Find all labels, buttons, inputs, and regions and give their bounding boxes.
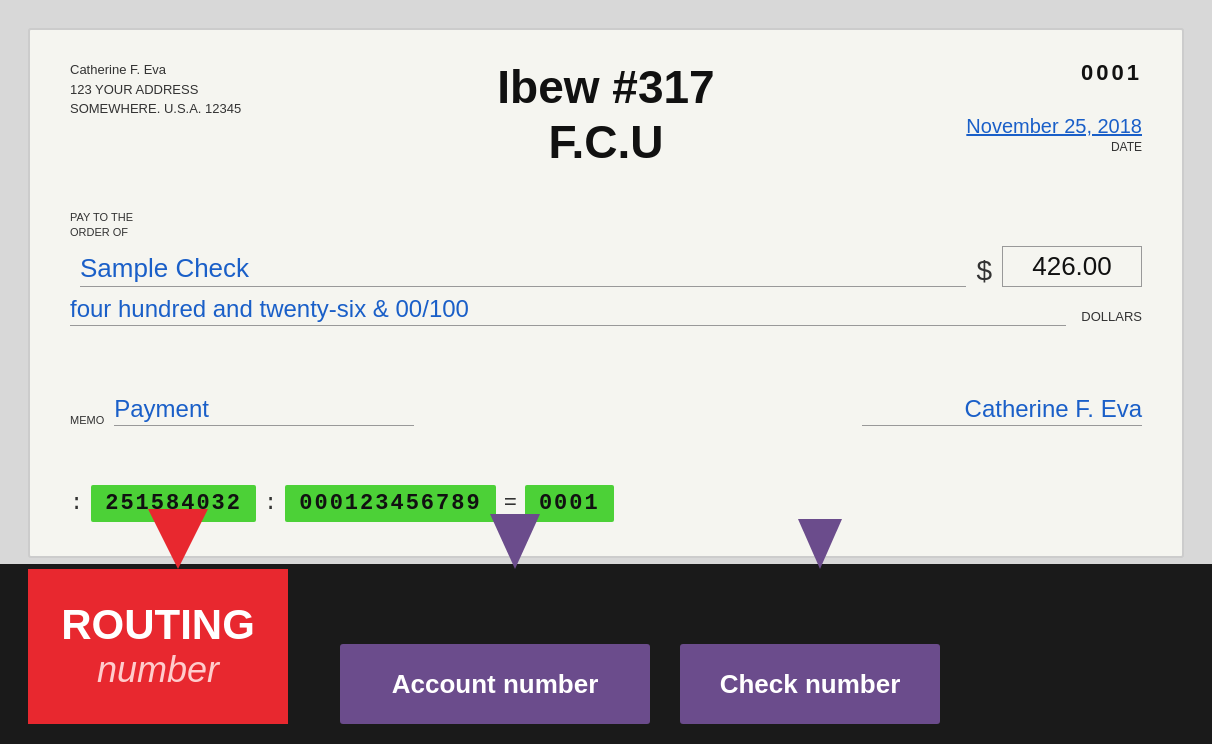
check-number-label: Check number bbox=[720, 669, 901, 700]
account-arrow bbox=[490, 514, 540, 569]
date-label: DATE bbox=[966, 140, 1142, 154]
account-number-label: Account number bbox=[392, 669, 599, 700]
dollars-label: DOLLARS bbox=[1081, 309, 1142, 326]
pay-to-label: PAY TO THE ORDER OF bbox=[70, 210, 1142, 241]
bank-name-line1: Ibew #317 bbox=[497, 60, 714, 115]
account-number-badge: Account number bbox=[340, 644, 650, 724]
routing-badge: ROUTING number bbox=[28, 569, 288, 724]
address-line2: SOMEWHERE. U.S.A. 12345 bbox=[70, 99, 241, 119]
address-line1: 123 YOUR ADDRESS bbox=[70, 80, 241, 100]
memo-value: Payment bbox=[114, 395, 414, 426]
date-value: November 25, 2018 bbox=[966, 115, 1142, 138]
memo-label: MEMO bbox=[70, 414, 104, 426]
account-holder-name: Catherine F. Eva bbox=[70, 60, 241, 80]
micr-on-us: = bbox=[504, 491, 517, 516]
check-title: Ibew #317 F.C.U bbox=[497, 60, 714, 170]
check-number-top: 0001 bbox=[1081, 60, 1142, 86]
written-amount: four hundred and twenty-six & 00/100 bbox=[70, 295, 1066, 326]
check-number-badge: Check number bbox=[680, 644, 940, 724]
amount-box: 426.00 bbox=[1002, 246, 1142, 287]
address-block: Catherine F. Eva 123 YOUR ADDRESS SOMEWH… bbox=[70, 60, 241, 119]
routing-arrow bbox=[148, 509, 208, 569]
routing-label-bottom: number bbox=[97, 649, 219, 691]
check-number-arrow bbox=[798, 519, 842, 569]
pay-line: Sample Check $ 426.00 bbox=[70, 246, 1142, 287]
check-paper: Catherine F. Eva 123 YOUR ADDRESS SOMEWH… bbox=[28, 28, 1184, 558]
bank-name-line2: F.C.U bbox=[497, 115, 714, 170]
memo-signature-section: MEMO Payment Catherine F. Eva bbox=[70, 395, 1142, 426]
micr-close-routing: : bbox=[264, 491, 277, 516]
signature-value: Catherine F. Eva bbox=[862, 395, 1142, 426]
signature-line: Catherine F. Eva bbox=[414, 395, 1142, 426]
page-wrapper: Catherine F. Eva 123 YOUR ADDRESS SOMEWH… bbox=[0, 0, 1212, 744]
account-number-highlight: 000123456789 bbox=[285, 485, 495, 522]
pay-section: PAY TO THE ORDER OF Sample Check $ 426.0… bbox=[70, 210, 1142, 287]
micr-section: : 251584032 : 000123456789 = 0001 bbox=[70, 485, 1142, 522]
written-amount-section: four hundred and twenty-six & 00/100 DOL… bbox=[70, 295, 1142, 326]
dollar-sign: $ bbox=[976, 255, 992, 287]
payee-name: Sample Check bbox=[80, 253, 966, 287]
micr-open-routing: : bbox=[70, 491, 83, 516]
routing-label-top: ROUTING bbox=[61, 602, 255, 648]
check-inner: Catherine F. Eva 123 YOUR ADDRESS SOMEWH… bbox=[70, 60, 1142, 536]
date-section: November 25, 2018 DATE bbox=[966, 115, 1142, 154]
